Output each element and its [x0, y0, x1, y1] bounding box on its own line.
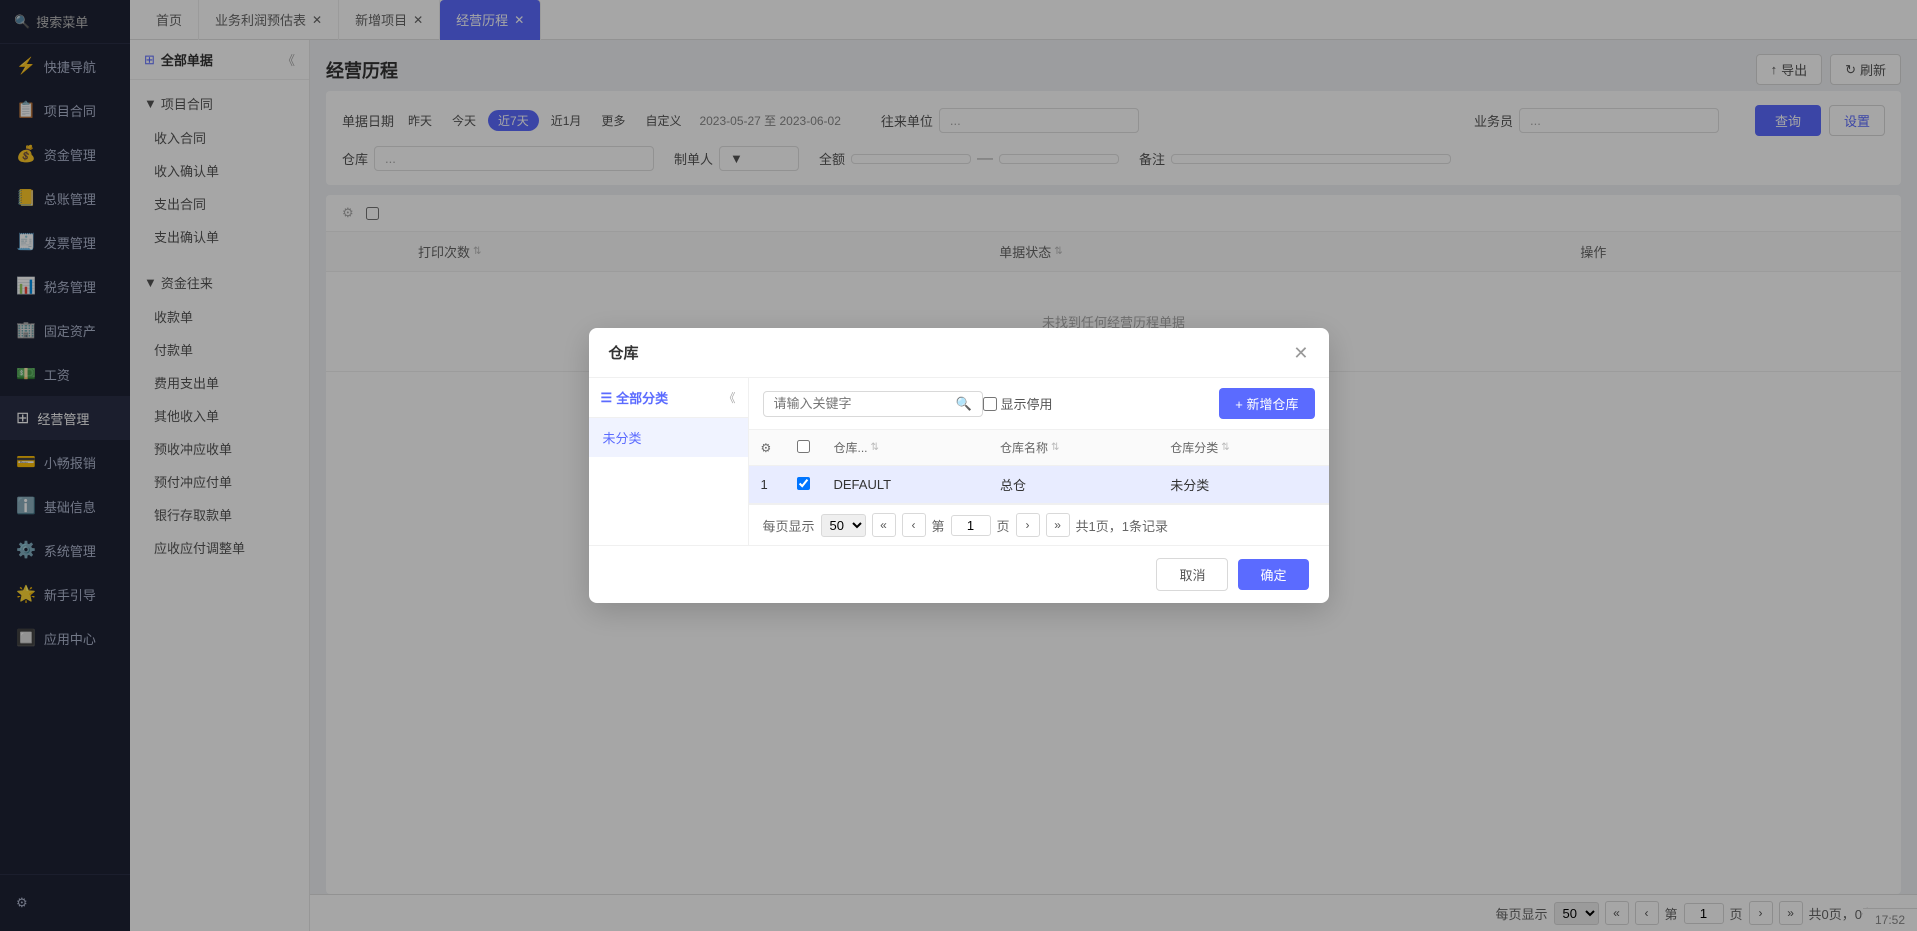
confirm-button[interactable]: 确定	[1238, 559, 1308, 590]
modal-search-input[interactable]	[774, 396, 950, 411]
modal-page-word: 第	[932, 516, 945, 535]
show-disabled-group: 显示停用	[983, 394, 1053, 413]
modal-close-button[interactable]: ✕	[1293, 344, 1308, 362]
modal-table-body: 1 DEFAULT 总仓 未分类	[749, 466, 1329, 504]
modal-search-box: 🔍	[763, 391, 983, 417]
modal-sort-name[interactable]: ⇅	[1051, 442, 1059, 453]
modal-table-head: ⚙ 仓库... ⇅	[749, 430, 1329, 466]
modal-table-area: ⚙ 仓库... ⇅	[749, 430, 1329, 504]
modal-per-page-label: 每页显示	[763, 516, 815, 535]
table-row[interactable]: 1 DEFAULT 总仓 未分类	[749, 466, 1329, 504]
modal-sort-category[interactable]: ⇅	[1221, 442, 1229, 453]
modal-row-checkbox[interactable]	[797, 477, 810, 490]
modal-per-page-select[interactable]: 50	[821, 514, 866, 537]
modal-row-checkbox-cell	[785, 466, 822, 504]
modal-header-row: ⚙ 仓库... ⇅	[749, 430, 1329, 466]
cancel-button[interactable]: 取消	[1156, 558, 1228, 591]
modal-left-collapse-btn[interactable]: 《	[723, 389, 735, 406]
show-disabled-checkbox[interactable]	[983, 397, 997, 411]
modal-row-name: 总仓	[988, 466, 1158, 504]
modal-prev-page-btn[interactable]: ‹	[902, 513, 926, 537]
modal-toolbar: 🔍 显示停用 + 新增仓库	[749, 378, 1329, 430]
modal-sort-code[interactable]: ⇅	[871, 442, 879, 453]
add-warehouse-button[interactable]: + 新增仓库	[1219, 388, 1314, 419]
modal-row-num: 1	[749, 466, 785, 504]
modal-table: ⚙ 仓库... ⇅	[749, 430, 1329, 504]
modal-action-footer: 取消 确定	[589, 545, 1329, 603]
modal-total-text: 共1页，1条记录	[1076, 516, 1168, 535]
modal-left-unclassified[interactable]: 未分类	[589, 418, 748, 457]
warehouse-modal: 仓库 ✕ ☰ 全部分类 《 未分类	[589, 328, 1329, 603]
modal-col-name: 仓库名称 ⇅	[988, 430, 1158, 466]
modal-col-category: 仓库分类 ⇅	[1158, 430, 1328, 466]
modal-gear-icon: ⚙	[761, 441, 772, 455]
modal-next-page-btn[interactable]: ›	[1016, 513, 1040, 537]
modal-row-category: 未分类	[1158, 466, 1328, 504]
modal-all-label: 全部分类	[616, 388, 668, 407]
modal-title: 仓库	[609, 342, 639, 363]
modal-header: 仓库 ✕	[589, 328, 1329, 378]
modal-pagination: 每页显示 50 « ‹ 第 页 › » 共1页，1条记录	[763, 513, 1169, 537]
modal-footer-bar: 每页显示 50 « ‹ 第 页 › » 共1页，1条记录	[749, 504, 1329, 545]
modal-col-code: 仓库... ⇅	[822, 430, 988, 466]
modal-overlay: 仓库 ✕ ☰ 全部分类 《 未分类	[0, 0, 1917, 931]
modal-col-gear: ⚙	[749, 430, 785, 466]
list-icon: ☰	[601, 390, 613, 406]
modal-col-checkbox	[785, 430, 822, 466]
modal-left-header: ☰ 全部分类 《	[589, 378, 748, 418]
modal-left-panel: ☰ 全部分类 《 未分类	[589, 378, 749, 545]
modal-first-page-btn[interactable]: «	[872, 513, 896, 537]
modal-right-panel: 🔍 显示停用 + 新增仓库 ⚙	[749, 378, 1329, 545]
modal-page-input[interactable]	[951, 515, 991, 536]
show-disabled-label: 显示停用	[1001, 394, 1053, 413]
modal-row-code: DEFAULT	[822, 466, 988, 504]
modal-select-all-checkbox[interactable]	[797, 440, 810, 453]
modal-last-page-btn[interactable]: »	[1046, 513, 1070, 537]
modal-search-icon: 🔍	[956, 396, 972, 412]
modal-body: ☰ 全部分类 《 未分类 🔍 显示停用	[589, 378, 1329, 545]
modal-page-label: 页	[997, 516, 1010, 535]
